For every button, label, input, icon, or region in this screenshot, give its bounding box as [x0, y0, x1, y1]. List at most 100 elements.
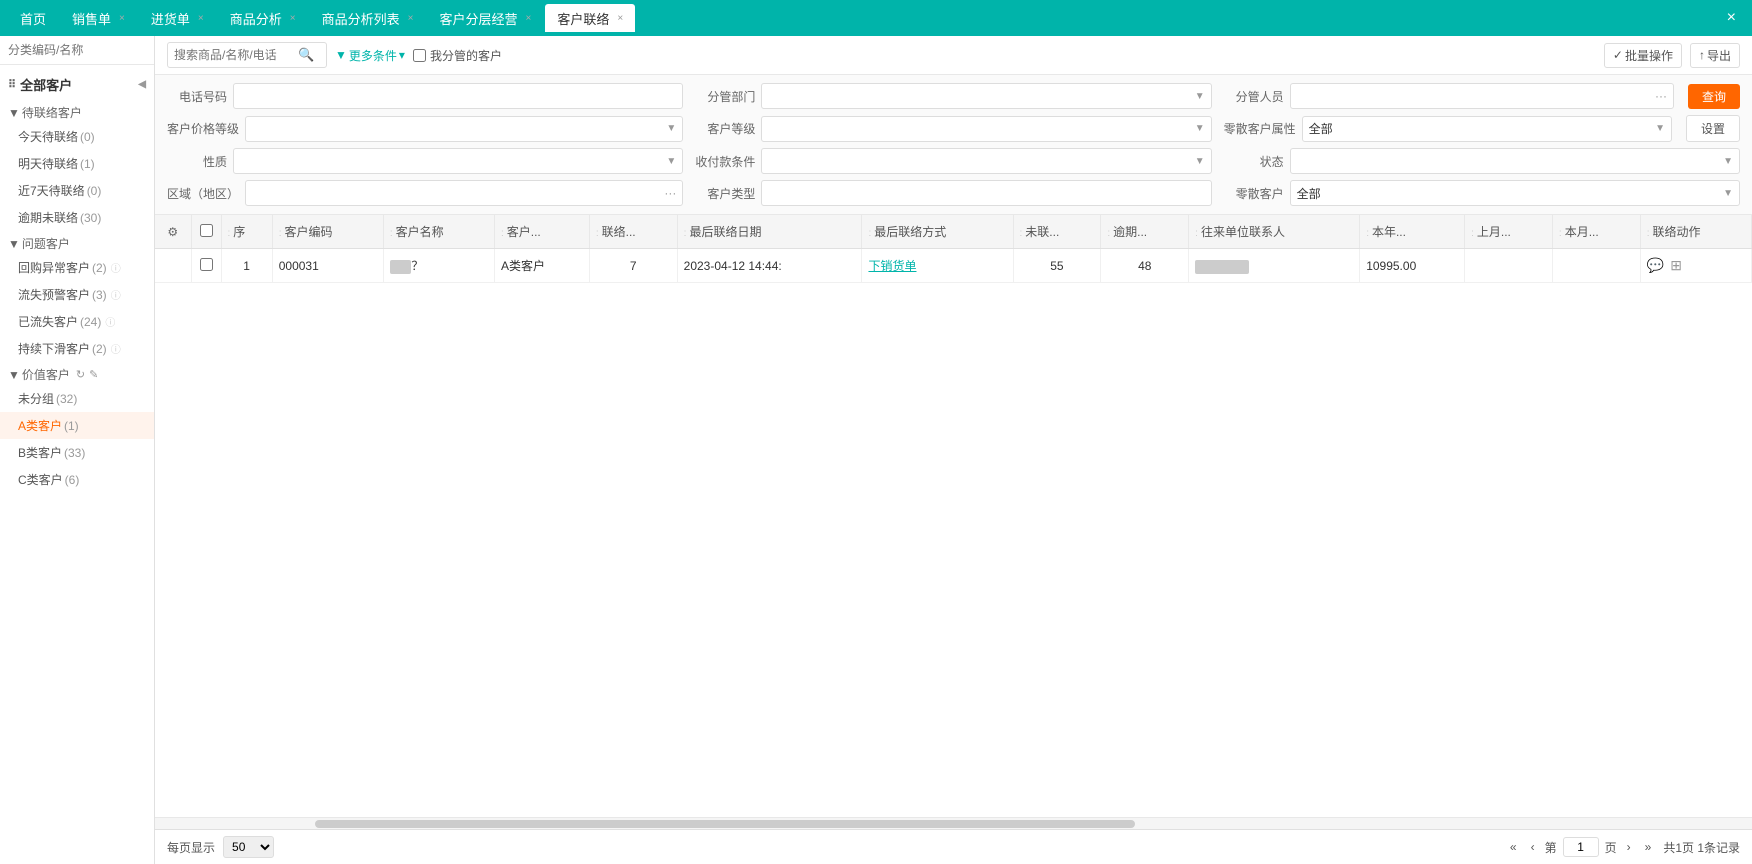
window-close-button[interactable]: ×: [1719, 9, 1744, 27]
sidebar-item-repurchase-label: 回购异常客户: [18, 259, 90, 276]
phone-input[interactable]: [233, 83, 683, 109]
first-page-button[interactable]: «: [1506, 838, 1521, 856]
filter-row-region: 区域（地区） ···: [167, 180, 683, 206]
my-customers-checkbox[interactable]: [413, 49, 426, 62]
grid-icon: ⠿: [8, 78, 16, 91]
sidebar-item-overdue-label: 逾期未联络: [18, 209, 78, 226]
last-method-link[interactable]: 下销货单: [868, 259, 916, 273]
sep: :: [228, 228, 231, 239]
per-page-select[interactable]: 50 100 200: [223, 836, 274, 858]
my-customers-label: 我分管的客户: [430, 47, 502, 64]
page-number-input[interactable]: [1563, 837, 1599, 857]
sidebar-section-pending[interactable]: ▼ 待联络客户: [0, 100, 154, 123]
region-dots: ···: [664, 186, 676, 200]
content-area: 🔍 ▼ 更多条件 ▾ 我分管的客户 ✓ 批量操作 ↑ 导出: [155, 36, 1752, 864]
export-button[interactable]: ↑ 导出: [1690, 43, 1740, 68]
filter-row-price-level: 客户价格等级 ▼: [167, 115, 683, 142]
filter-search-box: 🔍: [167, 42, 327, 68]
filter-row-person: 分管人员 ··· 查询: [1224, 83, 1740, 109]
nav-sales[interactable]: 销售单 ×: [60, 4, 137, 32]
row-checkbox[interactable]: [200, 258, 213, 271]
next-page-button[interactable]: ›: [1623, 838, 1635, 856]
nav-product-list[interactable]: 商品分析列表 ×: [310, 4, 426, 32]
grid-action-icon[interactable]: ⊞: [1670, 257, 1682, 274]
retail-attr-select[interactable]: 全部 ▼: [1302, 116, 1672, 142]
top-navigation: 首页 销售单 × 进货单 × 商品分析 × 商品分析列表 × 客户分层经营 × …: [0, 0, 1752, 36]
price-level-select[interactable]: ▼: [245, 116, 683, 142]
contact-person-blocked: RE .: [1195, 260, 1248, 274]
nav-customer-tier[interactable]: 客户分层经营 ×: [427, 4, 543, 32]
nav-customer-contact-close[interactable]: ×: [617, 13, 623, 24]
sidebar-section-value[interactable]: ▼ 价值客户 ↻ ✎: [0, 362, 154, 385]
retail-select[interactable]: 全部 ▼: [1290, 180, 1740, 206]
sidebar-item-class-c[interactable]: C类客户 (6): [0, 466, 154, 493]
sidebar-item-repurchase[interactable]: 回购异常客户 (2) ⓘ: [0, 254, 154, 281]
col-last-month: :上月...: [1465, 215, 1553, 249]
sidebar: 🔍 ⠿ 全部客户 ◀ ▼ 待联络客户 今天待联络 (0) 明天待联络 (1): [0, 36, 155, 864]
retail-value: 全部: [1297, 185, 1721, 202]
person-select[interactable]: ···: [1290, 83, 1674, 109]
nav-purchase-label: 进货单: [151, 9, 190, 28]
sidebar-search-input[interactable]: [8, 43, 155, 57]
nav-product-analysis[interactable]: 商品分析 ×: [218, 4, 308, 32]
sidebar-all-customers[interactable]: ⠿ 全部客户 ◀: [0, 69, 154, 100]
nav-product-list-close[interactable]: ×: [408, 13, 414, 24]
status-select[interactable]: ▼: [1290, 148, 1740, 174]
gear-icon-svg[interactable]: ⚙: [167, 225, 178, 239]
customer-level-select[interactable]: ▼: [761, 116, 1211, 142]
sidebar-item-unclassified-count: (32): [56, 392, 77, 406]
sidebar-item-7days[interactable]: 近7天待联络 (0): [0, 177, 154, 204]
sidebar-item-lostwarning[interactable]: 流失预警客户 (3) ⓘ: [0, 281, 154, 308]
sidebar-item-7days-label: 近7天待联络: [18, 182, 85, 199]
table-area: ⚙ :序 :客户编码 :客户名称 :客户... :联络... :最后联络日期 :…: [155, 215, 1752, 817]
nav-purchase-close[interactable]: ×: [198, 13, 204, 24]
prev-page-button[interactable]: ‹: [1527, 838, 1539, 856]
batch-ops-button[interactable]: ✓ 批量操作: [1604, 43, 1682, 68]
filter-row-status: 状态 ▼: [1224, 148, 1740, 174]
filter-search-input[interactable]: [174, 48, 294, 62]
sidebar-item-today[interactable]: 今天待联络 (0): [0, 123, 154, 150]
total-info: 共1页 1条记录: [1663, 839, 1740, 856]
sidebar-item-class-a[interactable]: A类客户 (1): [0, 412, 154, 439]
nav-home[interactable]: 首页: [8, 4, 58, 32]
horizontal-scrollbar[interactable]: [155, 817, 1752, 829]
nature-arrow-icon: ▼: [666, 156, 676, 167]
edit-value-icon[interactable]: ✎: [89, 368, 98, 381]
sidebar-item-lostwarning-label: 流失预警客户: [18, 286, 90, 303]
chat-action-icon[interactable]: 💬: [1647, 257, 1664, 274]
nature-select[interactable]: ▼: [233, 148, 683, 174]
payment-select[interactable]: ▼: [761, 148, 1211, 174]
region-select[interactable]: ···: [245, 180, 683, 206]
row-contact-person: RE .: [1189, 249, 1360, 283]
dept-select[interactable]: ▼: [761, 83, 1211, 109]
nav-customer-contact[interactable]: 客户联络 ×: [545, 4, 635, 32]
filter-more-label: 更多条件: [349, 47, 397, 64]
retail-label: 零散客户: [1224, 185, 1284, 202]
sidebar-item-declining[interactable]: 持续下滑客户 (2) ⓘ: [0, 335, 154, 362]
sidebar-item-lost[interactable]: 已流失客户 (24) ⓘ: [0, 308, 154, 335]
nav-sales-close[interactable]: ×: [119, 13, 125, 24]
sidebar-section-problem[interactable]: ▼ 问题客户: [0, 231, 154, 254]
main-layout: 🔍 ⠿ 全部客户 ◀ ▼ 待联络客户 今天待联络 (0) 明天待联络 (1): [0, 36, 1752, 864]
sidebar-item-unclassified[interactable]: 未分组 (32): [0, 385, 154, 412]
nav-purchase[interactable]: 进货单 ×: [139, 4, 216, 32]
customer-type-select[interactable]: [761, 180, 1211, 206]
filter-search-icon[interactable]: 🔍: [298, 47, 314, 63]
retail-attr-arrow-icon: ▼: [1655, 123, 1665, 134]
setting-button[interactable]: 设置: [1686, 115, 1740, 142]
last-page-button[interactable]: »: [1641, 838, 1656, 856]
table-select-all[interactable]: [200, 224, 213, 237]
query-button[interactable]: 查询: [1688, 84, 1740, 109]
filter-row-customer-type: 客户类型: [695, 180, 1211, 206]
filter-more-button[interactable]: ▼ 更多条件 ▾: [335, 47, 405, 64]
sidebar-item-declining-label: 持续下滑客户: [18, 340, 90, 357]
sidebar-item-tomorrow[interactable]: 明天待联络 (1): [0, 150, 154, 177]
collapse-icon[interactable]: ◀: [138, 79, 146, 90]
sidebar-item-overdue[interactable]: 逾期未联络 (30): [0, 204, 154, 231]
sidebar-item-today-count: (0): [80, 130, 95, 144]
nav-product-analysis-close[interactable]: ×: [290, 13, 296, 24]
sidebar-item-class-b[interactable]: B类客户 (33): [0, 439, 154, 466]
refresh-icon[interactable]: ↻: [76, 368, 85, 381]
scrollbar-thumb[interactable]: [315, 820, 1135, 828]
nav-customer-tier-close[interactable]: ×: [525, 13, 531, 24]
